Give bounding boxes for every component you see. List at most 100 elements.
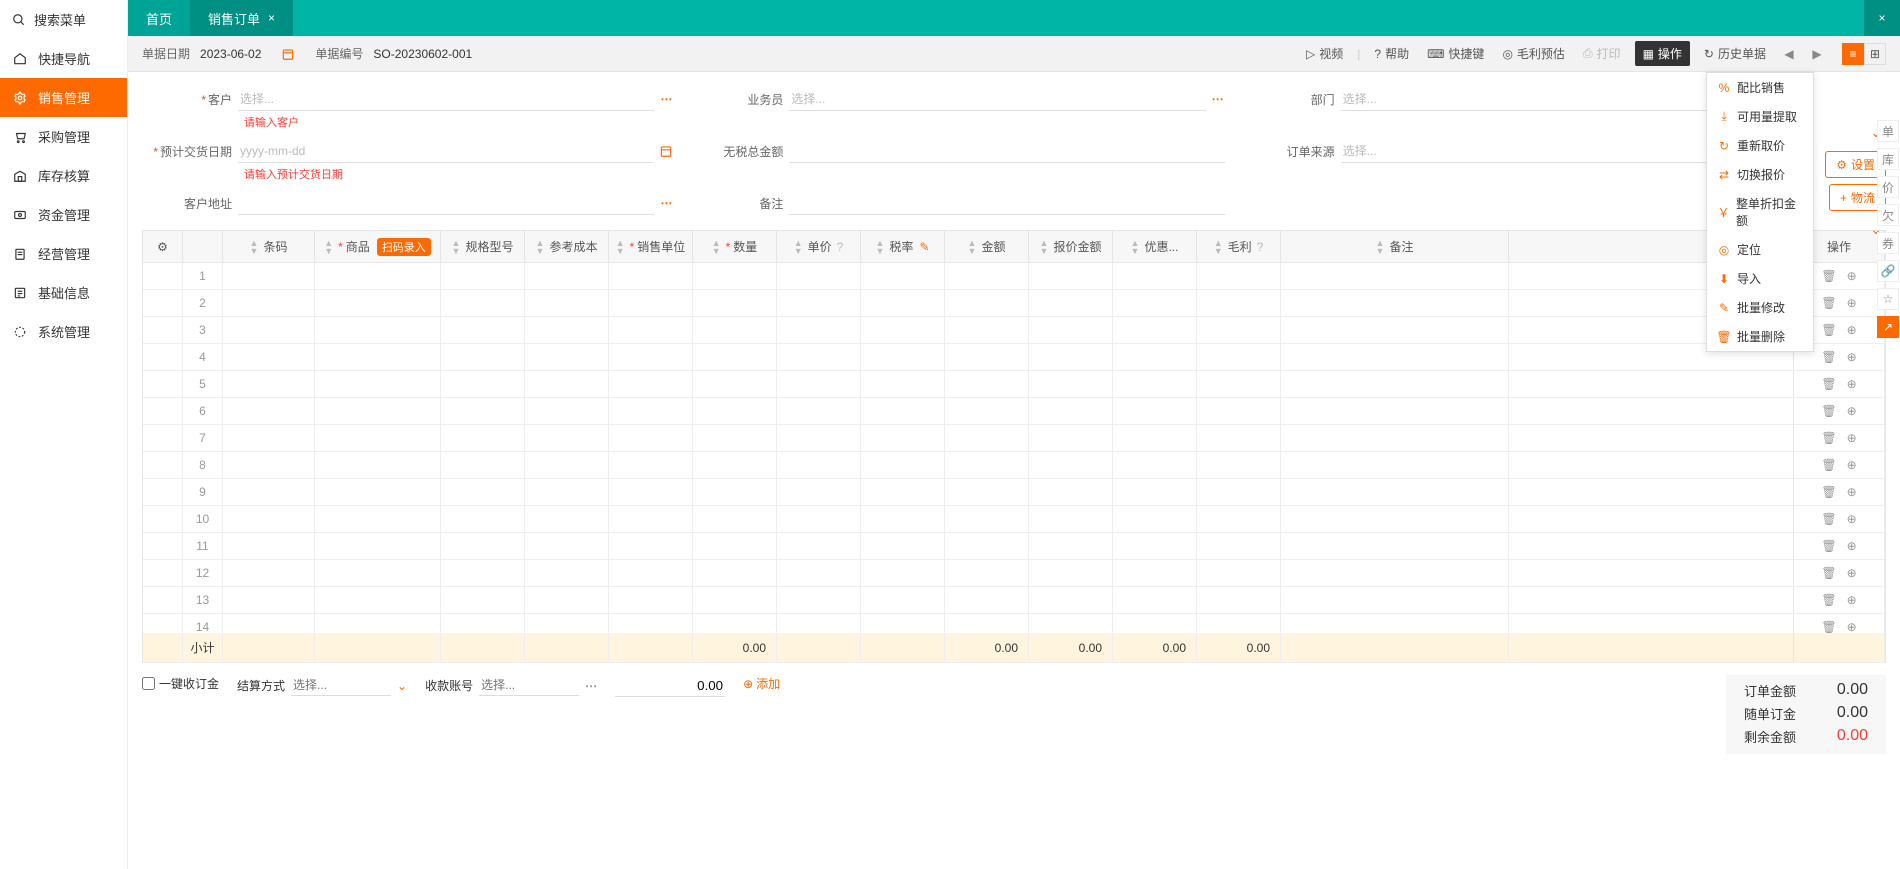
remark-input[interactable] <box>789 192 1224 215</box>
op-menu-item-whole-discount[interactable]: ￥整单折扣金额 <box>1707 189 1813 235</box>
op-menu-item-available-qty[interactable]: ⤓可用量提取 <box>1707 102 1813 131</box>
op-menu-item-batch-delete[interactable]: 🗑批量删除 <box>1707 322 1813 351</box>
help-icon[interactable]: ? <box>1257 240 1264 254</box>
customer-input[interactable] <box>238 88 654 111</box>
op-menu-item-batch-edit[interactable]: ✎批量修改 <box>1707 293 1813 322</box>
add-row-icon[interactable]: ⊕ <box>1847 512 1857 526</box>
rail-item[interactable]: 🔗 <box>1877 260 1899 282</box>
tab-sales-order[interactable]: 销售订单 × <box>190 0 293 36</box>
delete-row-icon[interactable]: 🗑 <box>1821 323 1836 337</box>
table-row[interactable]: 3🗑⊕ <box>143 317 1885 344</box>
table-row[interactable]: 13🗑⊕ <box>143 587 1885 614</box>
rail-item[interactable]: 券 <box>1877 232 1899 254</box>
add-row-icon[interactable]: ⊕ <box>1847 539 1857 553</box>
col-saleunit[interactable]: ▲▼*销售单位 <box>609 231 693 262</box>
delete-row-icon[interactable]: 🗑 <box>1821 350 1836 364</box>
add-row-icon[interactable]: ⊕ <box>1847 566 1857 580</box>
add-row-icon[interactable]: ⊕ <box>1847 458 1857 472</box>
col-discount[interactable]: ▲▼优惠... <box>1113 231 1197 262</box>
table-row[interactable]: 14🗑⊕ <box>143 614 1885 633</box>
op-menu-item-ratio-sale[interactable]: %配比销售 <box>1707 73 1813 102</box>
table-row[interactable]: 7🗑⊕ <box>143 425 1885 452</box>
delete-row-icon[interactable]: 🗑 <box>1821 620 1836 633</box>
scan-badge[interactable]: 扫码录入 <box>377 238 431 256</box>
col-gross[interactable]: ▲▼毛利? <box>1197 231 1281 262</box>
table-row[interactable]: 1🗑⊕ <box>143 263 1885 290</box>
gross-preview-button[interactable]: ◎毛利预估 <box>1498 45 1569 62</box>
col-quote[interactable]: ▲▼报价金额 <box>1029 231 1113 262</box>
table-row[interactable]: 4🗑⊕ <box>143 344 1885 371</box>
rail-item[interactable]: 单 <box>1877 120 1899 142</box>
table-row[interactable]: 6🗑⊕ <box>143 398 1885 425</box>
salesman-picker-icon[interactable]: ⋯ <box>1212 92 1225 106</box>
sidebar-item-finance[interactable]: 资金管理 <box>0 195 127 234</box>
table-row[interactable]: 9🗑⊕ <box>143 479 1885 506</box>
operation-button[interactable]: ▦操作 <box>1635 41 1690 66</box>
delete-row-icon[interactable]: 🗑 <box>1821 593 1836 607</box>
col-product[interactable]: ▲▼*商品扫码录入 <box>315 231 441 262</box>
calendar-icon[interactable] <box>659 144 673 158</box>
sidebar-item-business[interactable]: 经营管理 <box>0 234 127 273</box>
op-menu-item-reprice[interactable]: ↻重新取价 <box>1707 131 1813 160</box>
add-row-icon[interactable]: ⊕ <box>1847 296 1857 310</box>
add-row-icon[interactable]: ⊕ <box>1847 404 1857 418</box>
col-price[interactable]: ▲▼单价? <box>777 231 861 262</box>
total-notax-input[interactable] <box>789 140 1224 163</box>
col-amount[interactable]: ▲▼金额 <box>945 231 1029 262</box>
delete-row-icon[interactable]: 🗑 <box>1821 296 1836 310</box>
table-row[interactable]: 12🗑⊕ <box>143 560 1885 587</box>
settle-method-input[interactable] <box>291 675 391 696</box>
account-picker-icon[interactable]: ⋯ <box>585 679 597 693</box>
table-row[interactable]: 8🗑⊕ <box>143 452 1885 479</box>
rail-item[interactable]: 库 <box>1877 148 1899 170</box>
rail-item[interactable]: ☆ <box>1877 288 1899 310</box>
addr-input[interactable] <box>238 192 654 215</box>
tabbar-close-button[interactable]: × <box>1864 0 1900 36</box>
video-button[interactable]: ▷视频 <box>1302 45 1347 62</box>
col-remark[interactable]: ▲▼备注 <box>1281 231 1509 262</box>
add-row-icon[interactable]: ⊕ <box>1847 620 1857 633</box>
next-doc-button[interactable]: ▶ <box>1808 47 1826 61</box>
add-row-icon[interactable]: ⊕ <box>1847 323 1857 337</box>
doc-date-value[interactable]: 2023-06-02 <box>200 47 261 61</box>
table-row[interactable]: 2🗑⊕ <box>143 290 1885 317</box>
table-row[interactable]: 10🗑⊕ <box>143 506 1885 533</box>
sidebar-item-sales[interactable]: 销售管理 <box>0 78 127 117</box>
print-button[interactable]: ⎙打印 <box>1579 45 1625 62</box>
add-row-icon[interactable]: ⊕ <box>1847 269 1857 283</box>
col-spec[interactable]: ▲▼规格型号 <box>441 231 525 262</box>
sidebar-item-system[interactable]: 系统管理 <box>0 312 127 351</box>
help-icon[interactable]: ? <box>837 240 844 254</box>
delete-row-icon[interactable]: 🗑 <box>1821 377 1836 391</box>
salesman-input[interactable] <box>789 88 1205 111</box>
sidebar-item-baseinfo[interactable]: 基础信息 <box>0 273 127 312</box>
add-row-icon[interactable]: ⊕ <box>1847 377 1857 391</box>
calendar-icon[interactable] <box>281 47 295 61</box>
rail-item[interactable]: ↗ <box>1877 316 1899 338</box>
addr-picker-icon[interactable]: ⋯ <box>660 196 673 210</box>
onekey-deposit-checkbox[interactable]: 一键收订金 <box>142 675 219 692</box>
delete-row-icon[interactable]: 🗑 <box>1821 566 1836 580</box>
table-row[interactable]: 5🗑⊕ <box>143 371 1885 398</box>
rail-item[interactable]: 欠 <box>1877 204 1899 226</box>
account-input[interactable] <box>479 675 579 696</box>
delete-row-icon[interactable]: 🗑 <box>1821 539 1836 553</box>
edit-icon[interactable]: ✎ <box>919 240 929 254</box>
col-tax[interactable]: ▲▼税率✎ <box>861 231 945 262</box>
history-button[interactable]: ↻历史单据 <box>1700 45 1770 62</box>
view-list-button[interactable]: ≡ <box>1842 43 1864 65</box>
col-barcode[interactable]: ▲▼条码 <box>223 231 315 262</box>
add-row-icon[interactable]: ⊕ <box>1847 431 1857 445</box>
delete-row-icon[interactable]: 🗑 <box>1821 485 1836 499</box>
sidebar-item-purchase[interactable]: 采购管理 <box>0 117 127 156</box>
receive-amount-input[interactable] <box>615 675 725 697</box>
tab-home[interactable]: 首页 <box>128 0 190 36</box>
customer-picker-icon[interactable]: ⋯ <box>660 92 673 106</box>
gear-column[interactable]: ⚙ <box>143 231 183 262</box>
delete-row-icon[interactable]: 🗑 <box>1821 431 1836 445</box>
sidebar-search[interactable]: 搜索菜单 <box>0 0 127 39</box>
view-grid-button[interactable]: ⊞ <box>1864 43 1886 65</box>
delete-row-icon[interactable]: 🗑 <box>1821 458 1836 472</box>
prev-doc-button[interactable]: ◀ <box>1780 47 1798 61</box>
delete-row-icon[interactable]: 🗑 <box>1821 512 1836 526</box>
